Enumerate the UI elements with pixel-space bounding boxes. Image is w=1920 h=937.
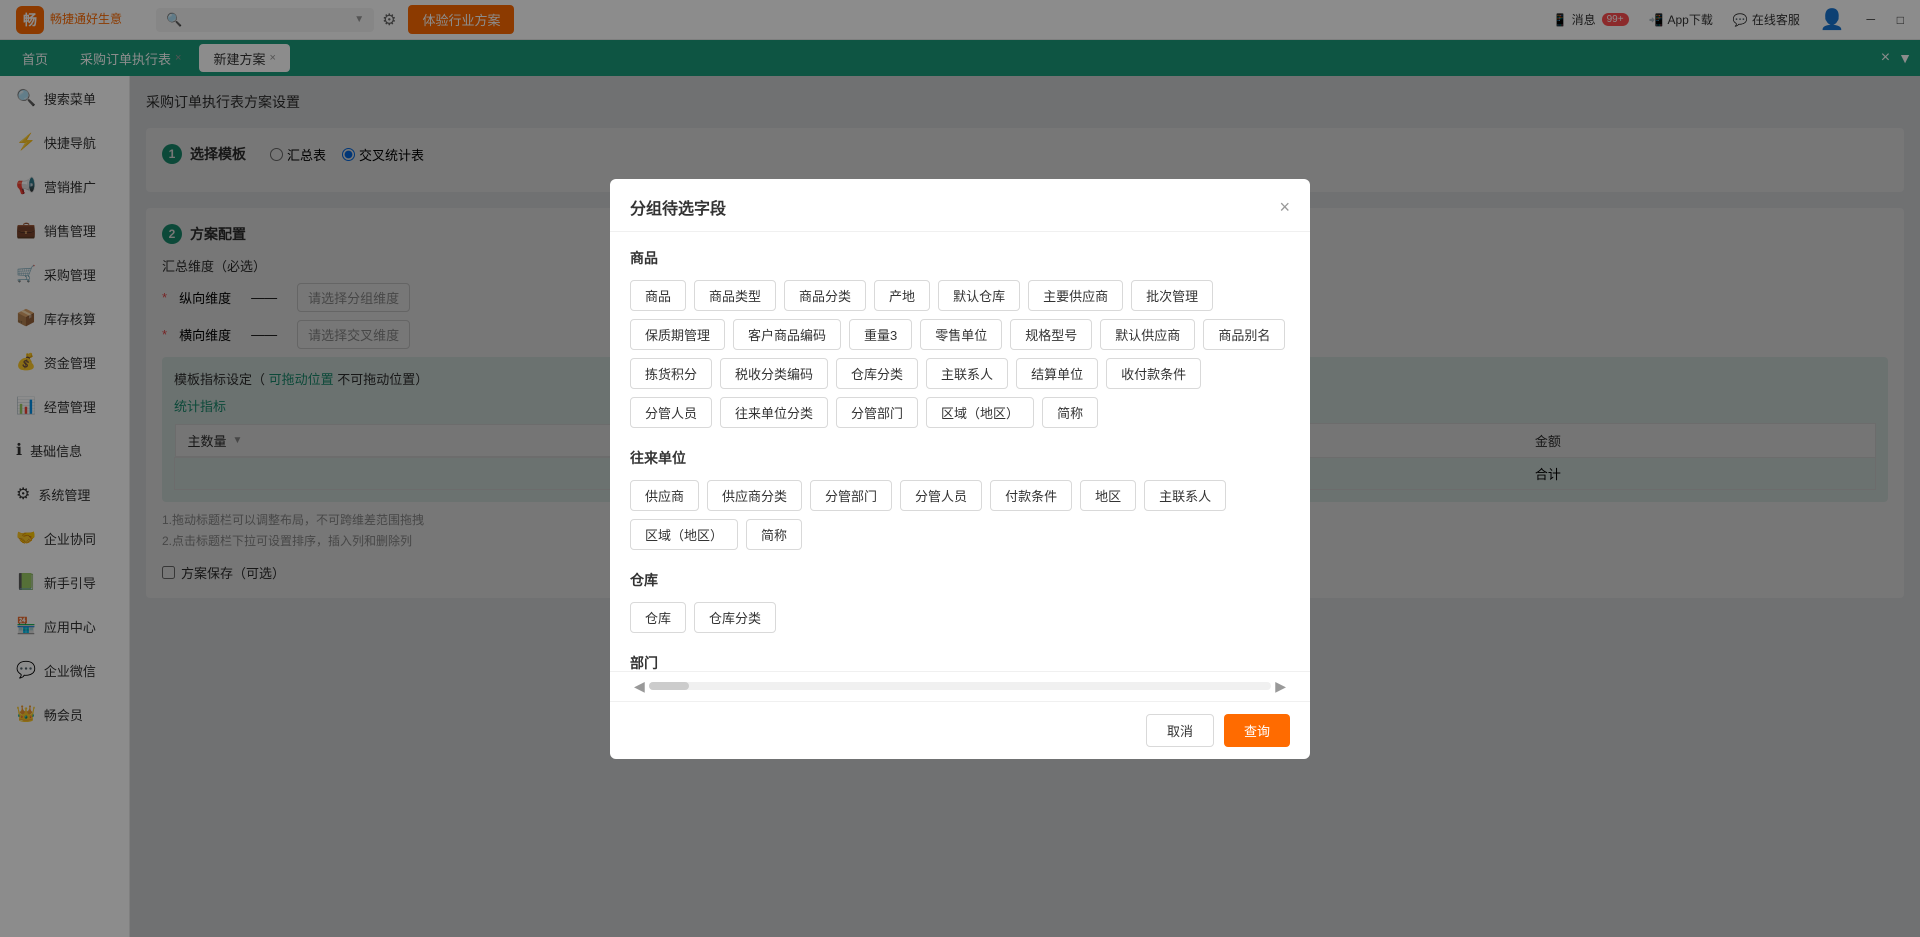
- field-tag-partner-short[interactable]: 简称: [746, 519, 802, 550]
- field-group-goods: 商品 商品 商品类型 商品分类 产地 默认仓库 主要供应商 批次管理 保质期管理…: [630, 248, 1290, 428]
- field-tag-retail-unit[interactable]: 零售单位: [920, 319, 1002, 350]
- modal-hscroll: ◀ ▶: [610, 671, 1310, 701]
- hscroll-left[interactable]: ◀: [630, 678, 649, 695]
- field-group-warehouse: 仓库 仓库 仓库分类: [630, 570, 1290, 633]
- field-tags-warehouse: 仓库 仓库分类: [630, 602, 1290, 633]
- modal-close-button[interactable]: ×: [1279, 198, 1290, 216]
- field-tag-goods-category[interactable]: 商品分类: [784, 280, 866, 311]
- field-tag-partner-area[interactable]: 区域（地区）: [630, 519, 738, 550]
- cancel-button[interactable]: 取消: [1146, 714, 1214, 747]
- field-tag-main-supplier[interactable]: 主要供应商: [1028, 280, 1123, 311]
- field-tag-short-name-goods[interactable]: 简称: [1042, 397, 1098, 428]
- field-tag-goods-type[interactable]: 商品类型: [694, 280, 776, 311]
- field-tag-origin[interactable]: 产地: [874, 280, 930, 311]
- field-tag-warehouse-category[interactable]: 仓库分类: [836, 358, 918, 389]
- field-tag-settlement-unit[interactable]: 结算单位: [1016, 358, 1098, 389]
- field-tag-weight[interactable]: 重量3: [849, 319, 912, 350]
- field-group-dept-title: 部门: [630, 653, 1290, 671]
- field-tag-partner-payment[interactable]: 付款条件: [990, 480, 1072, 511]
- modal-header: 分组待选字段 ×: [610, 179, 1310, 232]
- field-tag-partner-contact[interactable]: 主联系人: [1144, 480, 1226, 511]
- field-tag-warehouse[interactable]: 仓库: [630, 602, 686, 633]
- field-tag-warehouse-cat[interactable]: 仓库分类: [694, 602, 776, 633]
- modal-overlay: 分组待选字段 × 商品 商品 商品类型 商品分类 产地 默认仓库 主要供应商 批…: [0, 0, 1920, 937]
- field-tags-goods: 商品 商品类型 商品分类 产地 默认仓库 主要供应商 批次管理 保质期管理 客户…: [630, 280, 1290, 428]
- field-group-warehouse-title: 仓库: [630, 570, 1290, 590]
- field-tag-dept-managed[interactable]: 分管部门: [836, 397, 918, 428]
- field-tag-goods-alias[interactable]: 商品别名: [1203, 319, 1285, 350]
- hscroll-bar[interactable]: [649, 682, 1271, 690]
- field-tag-main-contact[interactable]: 主联系人: [926, 358, 1008, 389]
- field-group-partner-title: 往来单位: [630, 448, 1290, 468]
- field-tag-partner-dept[interactable]: 分管部门: [810, 480, 892, 511]
- field-group-goods-title: 商品: [630, 248, 1290, 268]
- hscroll-right[interactable]: ▶: [1271, 678, 1290, 695]
- confirm-button[interactable]: 查询: [1224, 714, 1290, 747]
- field-tag-supplier[interactable]: 供应商: [630, 480, 699, 511]
- field-tag-customer-code[interactable]: 客户商品编码: [733, 319, 841, 350]
- field-tag-default-warehouse[interactable]: 默认仓库: [938, 280, 1020, 311]
- field-tag-spec-model[interactable]: 规格型号: [1010, 319, 1092, 350]
- field-tag-region-goods[interactable]: 区域（地区）: [926, 397, 1034, 428]
- field-tag-tax-code[interactable]: 税收分类编码: [720, 358, 828, 389]
- field-tag-goods[interactable]: 商品: [630, 280, 686, 311]
- field-tag-partner-supervisor[interactable]: 分管人员: [900, 480, 982, 511]
- field-group-dept: 部门 部门: [630, 653, 1290, 671]
- field-tags-partner: 供应商 供应商分类 分管部门 分管人员 付款条件 地区 主联系人 区域（地区） …: [630, 480, 1290, 550]
- field-tag-expiry-mgmt[interactable]: 保质期管理: [630, 319, 725, 350]
- field-tag-partner-category[interactable]: 往来单位分类: [720, 397, 828, 428]
- hscroll-thumb: [649, 682, 689, 690]
- modal-dialog: 分组待选字段 × 商品 商品 商品类型 商品分类 产地 默认仓库 主要供应商 批…: [610, 179, 1310, 759]
- field-tag-supervisor[interactable]: 分管人员: [630, 397, 712, 428]
- field-tag-payment-terms[interactable]: 收付款条件: [1106, 358, 1201, 389]
- modal-body: 商品 商品 商品类型 商品分类 产地 默认仓库 主要供应商 批次管理 保质期管理…: [610, 232, 1310, 671]
- field-tag-batch-mgmt[interactable]: 批次管理: [1131, 280, 1213, 311]
- field-tag-pick-points[interactable]: 拣货积分: [630, 358, 712, 389]
- modal-title: 分组待选字段: [630, 195, 726, 219]
- field-group-partner: 往来单位 供应商 供应商分类 分管部门 分管人员 付款条件 地区 主联系人 区域…: [630, 448, 1290, 550]
- field-tag-supplier-category[interactable]: 供应商分类: [707, 480, 802, 511]
- field-tag-partner-region[interactable]: 地区: [1080, 480, 1136, 511]
- field-tag-default-supplier[interactable]: 默认供应商: [1100, 319, 1195, 350]
- modal-footer: 取消 查询: [610, 701, 1310, 759]
